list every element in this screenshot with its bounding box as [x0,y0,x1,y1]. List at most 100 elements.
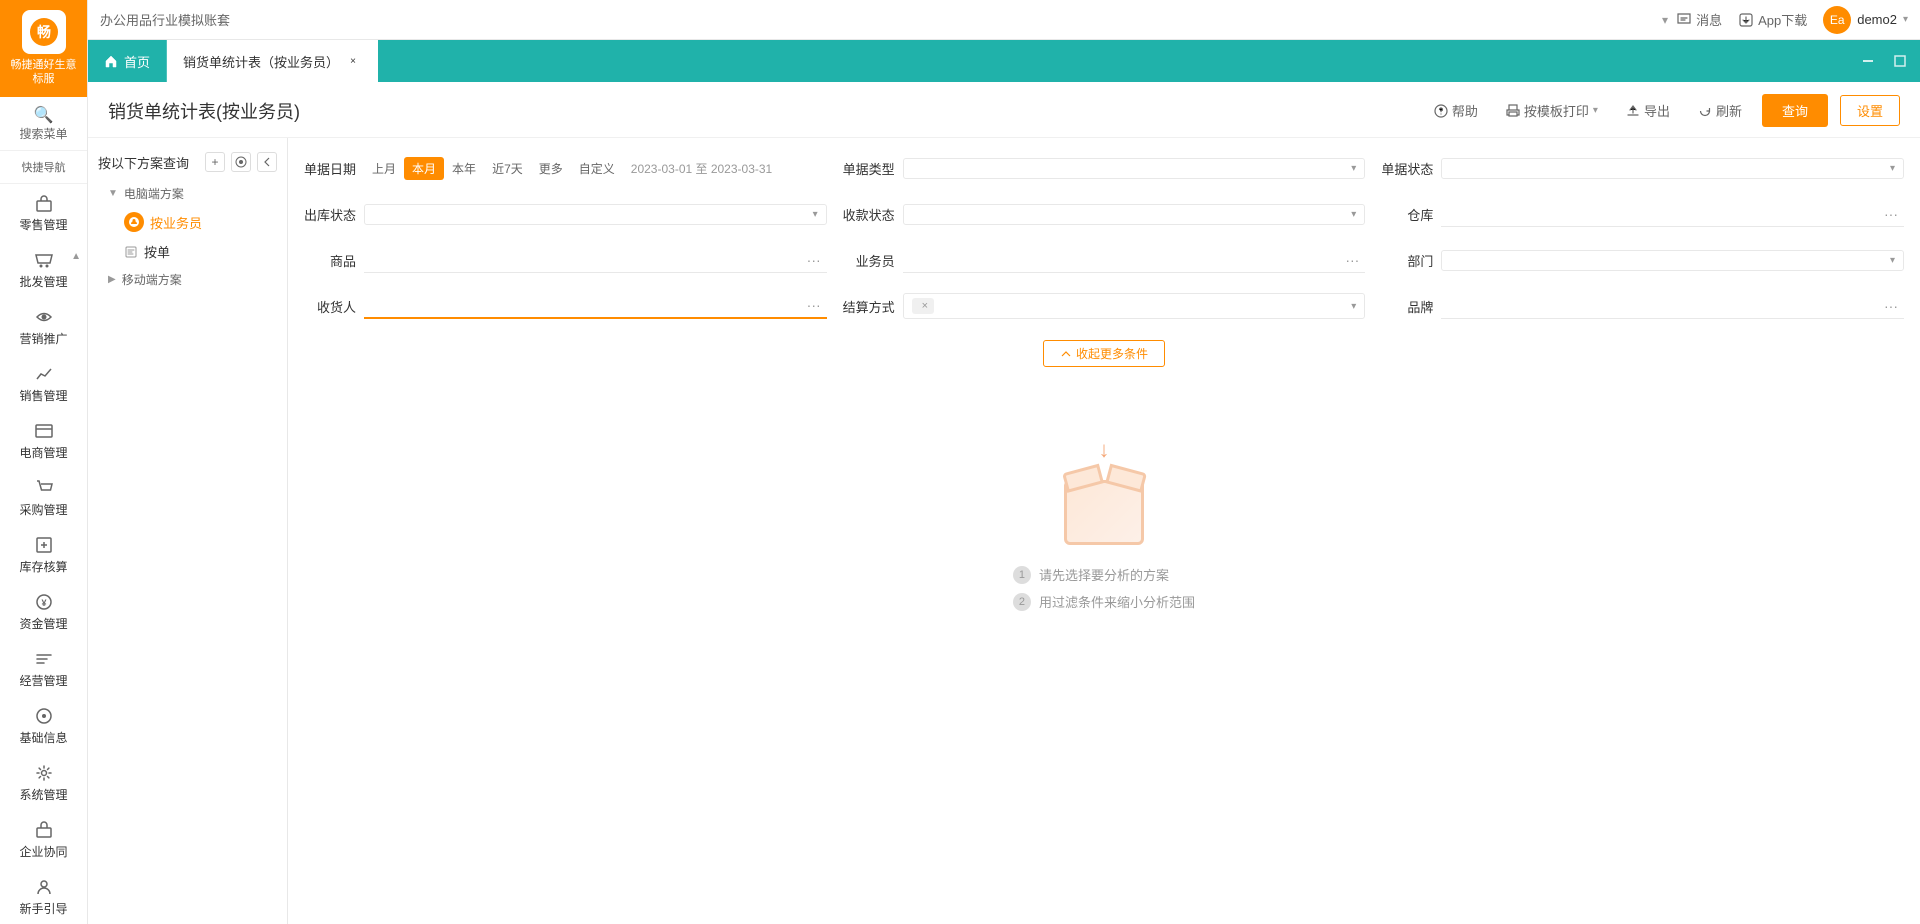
settle-select[interactable]: × ▾ [903,293,1366,319]
doc-status-select[interactable]: ▾ [1441,158,1904,179]
sidebar-item-ecommerce[interactable]: 电商管理 [0,412,87,469]
setting-button[interactable]: 设置 [1840,95,1900,126]
enterprise-label: 企业协同 [19,843,67,860]
date-7days-btn[interactable]: 近7天 [484,157,531,180]
date-this-month-btn[interactable]: 本月 [404,157,444,180]
print-dropdown-icon: ▾ [1593,105,1598,116]
app-download-action[interactable]: App下载 [1738,10,1807,29]
help-button[interactable]: 帮助 [1426,97,1486,124]
tree-item-by-order[interactable]: 按单 [88,237,287,266]
print-icon [1506,104,1520,118]
filter-brand-item: 品牌 ··· [1381,288,1904,324]
sidebar-item-inventory[interactable]: 库存核算 [0,526,87,583]
date-this-year-btn[interactable]: 本年 [444,157,484,180]
sidebar-item-wholesale[interactable]: 批发管理 ▲ [0,241,87,298]
system-label: 系统管理 [19,786,67,803]
date-filter-label: 单据日期 [304,159,356,178]
print-button[interactable]: 按模板打印 ▾ [1498,97,1606,124]
settle-tag-close-btn[interactable]: × [922,300,928,312]
panel-header-actions: + [205,152,277,172]
quick-nav-item[interactable]: 快捷导航 [0,151,87,184]
tab-minimize-btn[interactable] [1856,49,1880,73]
tree-item-by-salesman[interactable]: 按业务员 [88,207,287,237]
logo-text: 畅捷通好生意 标服 [11,58,77,87]
dept-select[interactable]: ▾ [1441,250,1904,271]
filter-doc-type-item: 单据类型 ▾ [843,150,1366,186]
basic-label: 基础信息 [19,729,67,746]
sidebar-item-marketing[interactable]: 营销推广 [0,298,87,355]
doc-status-chevron-icon: ▾ [1890,163,1895,174]
order-scheme-label: 按单 [144,242,170,261]
inventory-icon [33,534,55,556]
goods-dots-icon[interactable]: ··· [807,252,821,268]
sidebar-item-retail[interactable]: 零售管理 [0,184,87,241]
sidebar-item-finance[interactable]: ¥ 资金管理 [0,583,87,640]
salesman-label: 业务员 [843,251,895,270]
user-avatar-section[interactable]: Ea demo2 ▾ [1823,6,1908,34]
sidebar-item-sales[interactable]: 销售管理 [0,355,87,412]
user-dropdown-icon: ▾ [1903,14,1908,25]
receiver-dots-icon[interactable]: ··· [807,297,821,313]
svg-text:畅: 畅 [37,24,51,40]
edit-scheme-btn[interactable] [231,152,251,172]
collapse-button[interactable]: 收起更多条件 [1043,340,1165,367]
tree-group-mobile[interactable]: ▶ 移动端方案 [88,266,287,293]
sidebar-item-newuser[interactable]: 新手引导 [0,868,87,924]
goods-label: 商品 [304,251,356,270]
tip-num-2: 2 [1013,593,1031,611]
filter-row-1: 单据日期 上月 本月 本年 近7天 更多 自定义 2023-03-01 至 20… [304,150,1904,186]
minimize-icon [1861,54,1875,68]
dept-label: 部门 [1381,251,1433,270]
warehouse-dots-icon[interactable]: ··· [1884,206,1898,222]
out-status-label: 出库状态 [304,205,356,224]
filter-settle-item: 结算方式 × ▾ [843,288,1366,324]
date-more-btn[interactable]: 更多 [531,157,571,180]
logo-button[interactable]: 畅 畅捷通好生意 标服 [0,0,87,97]
query-button[interactable]: 查询 [1762,94,1828,127]
tab-home[interactable]: 首页 [88,40,167,82]
search-menu-item[interactable]: 🔍 搜索菜单 [0,97,87,151]
dept-chevron-icon: ▾ [1890,255,1895,266]
page-actions: 帮助 按模板打印 ▾ 导出 刷新 查询 [1426,94,1900,127]
brand-dots-icon[interactable]: ··· [1884,298,1898,314]
sidebar-item-operation[interactable]: 经营管理 [0,640,87,697]
app-download-icon [1738,12,1754,28]
receiver-label: 收货人 [304,297,356,316]
sidebar-item-basic[interactable]: 基础信息 [0,697,87,754]
tab-maximize-btn[interactable] [1888,49,1912,73]
inventory-label: 库存核算 [19,558,67,575]
add-scheme-btn[interactable]: + [205,152,225,172]
filter-row-2: 出库状态 ▾ 收款状态 ▾ [304,196,1904,232]
tab-close-button[interactable]: × [345,53,361,69]
tree-toggle-mobile: ▶ [108,274,116,285]
collapse-panel-btn[interactable] [257,152,277,172]
tab-sales-stat[interactable]: 销货单统计表（按业务员） × [167,40,378,82]
header-dropdown-icon[interactable]: ▾ [1662,13,1668,27]
filter-out-status-item: 出库状态 ▾ [304,196,827,232]
tree-desktop-label: 电脑端方案 [124,185,184,202]
date-last-month-btn[interactable]: 上月 [364,157,404,180]
sidebar-item-purchase[interactable]: 采购管理 [0,469,87,526]
date-filter-buttons: 上月 本月 本年 近7天 更多 自定义 2023-03-01 至 2023-03… [364,157,772,180]
settle-label: 结算方式 [843,297,895,316]
operation-icon [33,648,55,670]
message-icon [1676,12,1692,28]
export-button[interactable]: 导出 [1618,97,1678,124]
sidebar-item-enterprise[interactable]: 企业协同 [0,811,87,868]
out-status-select[interactable]: ▾ [364,204,827,225]
doc-type-select[interactable]: ▾ [903,158,1366,179]
tree-group-desktop[interactable]: ▼ 电脑端方案 [88,180,287,207]
messages-action[interactable]: 消息 [1676,10,1722,29]
salesman-dots-icon[interactable]: ··· [1345,252,1359,268]
collect-status-select[interactable]: ▾ [903,204,1366,225]
refresh-button[interactable]: 刷新 [1690,97,1750,124]
order-icon [124,245,138,259]
date-custom-btn[interactable]: 自定义 [571,157,623,180]
sidebar-item-system[interactable]: 系统管理 [0,754,87,811]
panel-header: 按以下方案查询 + [88,148,287,180]
quick-nav-label: 快捷导航 [0,157,87,177]
marketing-label: 营销推广 [19,330,67,347]
marketing-icon [33,306,55,328]
ecommerce-label: 电商管理 [19,444,67,461]
filter-dept-item: 部门 ▾ [1381,242,1904,278]
